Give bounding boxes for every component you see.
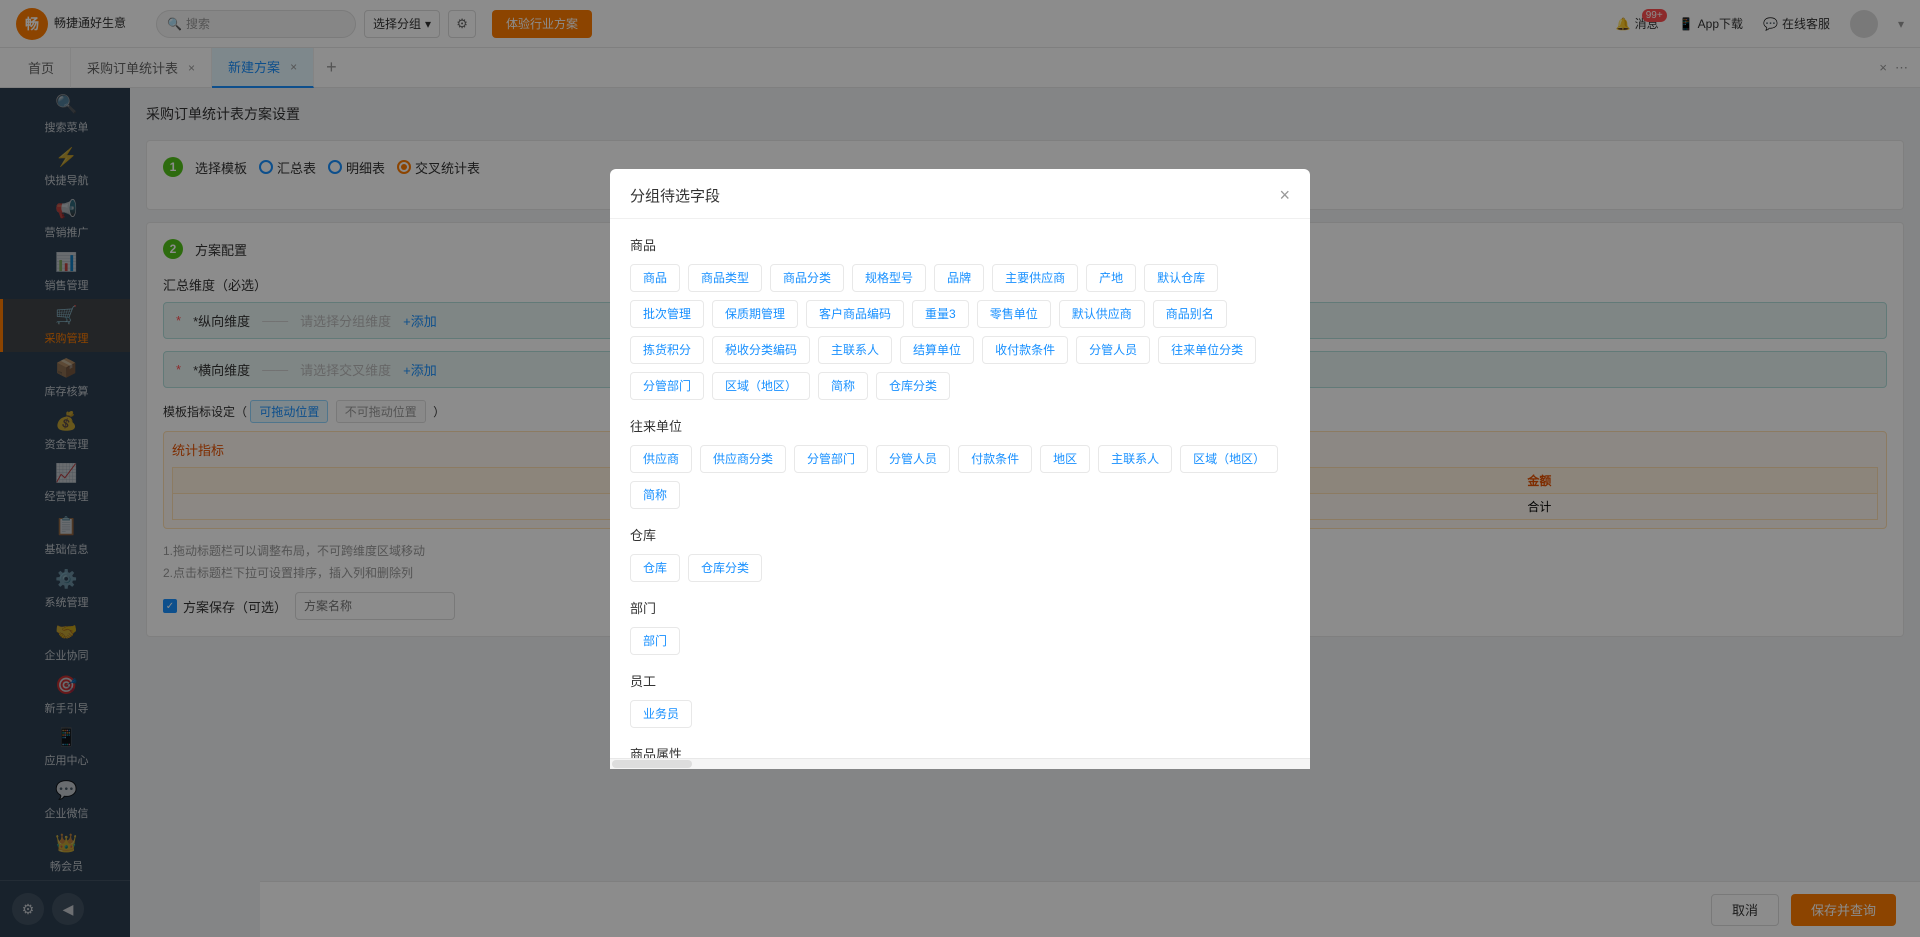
employee-field-grid: 业务员 bbox=[630, 700, 1290, 728]
goods-field-grid: 商品商品类型商品分类规格型号品牌主要供应商产地默认仓库批次管理保质期管理客户商品… bbox=[630, 264, 1290, 400]
modal-title: 分组待选字段 bbox=[630, 185, 720, 206]
field-tag[interactable]: 默认仓库 bbox=[1144, 264, 1218, 292]
partner-field-grid: 供应商供应商分类分管部门分管人员付款条件地区主联系人区域（地区） 简称 bbox=[630, 445, 1290, 509]
modal-overlay: 分组待选字段 × 商品 商品商品类型商品分类规格型号品牌主要供应商产地默认仓库批… bbox=[0, 0, 1920, 937]
field-tag[interactable]: 规格型号 bbox=[852, 264, 926, 292]
field-tag[interactable]: 仓库分类 bbox=[688, 554, 762, 582]
modal-scrollbar[interactable] bbox=[610, 758, 1310, 769]
field-tag[interactable]: 商品 bbox=[630, 264, 680, 292]
field-tag[interactable]: 供应商分类 bbox=[700, 445, 786, 473]
field-tag[interactable]: 客户商品编码 bbox=[806, 300, 904, 328]
field-tag[interactable]: 零售单位 bbox=[977, 300, 1051, 328]
partner-section-title: 往来单位 bbox=[630, 416, 1290, 435]
modal-body: 商品 商品商品类型商品分类规格型号品牌主要供应商产地默认仓库批次管理保质期管理客… bbox=[610, 219, 1310, 758]
field-tag[interactable]: 付款条件 bbox=[958, 445, 1032, 473]
goods-section: 商品 商品商品类型商品分类规格型号品牌主要供应商产地默认仓库批次管理保质期管理客… bbox=[630, 235, 1290, 400]
modal-header: 分组待选字段 × bbox=[610, 169, 1310, 219]
employee-section: 员工 业务员 bbox=[630, 671, 1290, 728]
field-tag[interactable]: 地区 bbox=[1040, 445, 1090, 473]
field-tag[interactable]: 简称 bbox=[630, 481, 680, 509]
department-section: 部门 部门 bbox=[630, 598, 1290, 655]
field-tag[interactable]: 重量3 bbox=[912, 300, 969, 328]
field-tag[interactable]: 主联系人 bbox=[818, 336, 892, 364]
field-tag[interactable]: 仓库 bbox=[630, 554, 680, 582]
field-tag[interactable]: 业务员 bbox=[630, 700, 692, 728]
field-tag[interactable]: 拣货积分 bbox=[630, 336, 704, 364]
field-tag[interactable]: 税收分类编码 bbox=[712, 336, 810, 364]
field-tag[interactable]: 产地 bbox=[1086, 264, 1136, 292]
field-tag[interactable]: 收付款条件 bbox=[982, 336, 1068, 364]
product-attr-section-title: 商品属性 bbox=[630, 744, 1290, 758]
goods-section-title: 商品 bbox=[630, 235, 1290, 254]
field-tag[interactable]: 主要供应商 bbox=[992, 264, 1078, 292]
field-tag[interactable]: 保质期管理 bbox=[712, 300, 798, 328]
field-tag[interactable]: 分管人员 bbox=[876, 445, 950, 473]
field-select-modal: 分组待选字段 × 商品 商品商品类型商品分类规格型号品牌主要供应商产地默认仓库批… bbox=[610, 169, 1310, 769]
department-field-grid: 部门 bbox=[630, 627, 1290, 655]
field-tag[interactable]: 默认供应商 bbox=[1059, 300, 1145, 328]
field-tag[interactable]: 往来单位分类 bbox=[1158, 336, 1256, 364]
department-section-title: 部门 bbox=[630, 598, 1290, 617]
product-attr-section: 商品属性 属性颜色多规格尺码鞋码1 bbox=[630, 744, 1290, 758]
field-tag[interactable]: 简称 bbox=[818, 372, 868, 400]
field-tag[interactable]: 区域（地区） bbox=[712, 372, 810, 400]
warehouse-field-grid: 仓库仓库分类 bbox=[630, 554, 1290, 582]
field-tag[interactable]: 分管部门 bbox=[630, 372, 704, 400]
field-tag[interactable]: 商品分类 bbox=[770, 264, 844, 292]
modal-scrollbar-thumb bbox=[612, 760, 692, 768]
field-tag[interactable]: 商品别名 bbox=[1153, 300, 1227, 328]
field-tag[interactable]: 区域（地区） bbox=[1180, 445, 1278, 473]
field-tag[interactable]: 主联系人 bbox=[1098, 445, 1172, 473]
field-tag[interactable]: 商品类型 bbox=[688, 264, 762, 292]
modal-close-btn[interactable]: × bbox=[1279, 185, 1290, 206]
field-tag[interactable]: 品牌 bbox=[934, 264, 984, 292]
field-tag[interactable]: 批次管理 bbox=[630, 300, 704, 328]
partner-section: 往来单位 供应商供应商分类分管部门分管人员付款条件地区主联系人区域（地区） 简称 bbox=[630, 416, 1290, 509]
warehouse-section-title: 仓库 bbox=[630, 525, 1290, 544]
field-tag[interactable]: 仓库分类 bbox=[876, 372, 950, 400]
warehouse-section: 仓库 仓库仓库分类 bbox=[630, 525, 1290, 582]
field-tag[interactable]: 分管人员 bbox=[1076, 336, 1150, 364]
field-tag[interactable]: 部门 bbox=[630, 627, 680, 655]
field-tag[interactable]: 供应商 bbox=[630, 445, 692, 473]
field-tag[interactable]: 分管部门 bbox=[794, 445, 868, 473]
employee-section-title: 员工 bbox=[630, 671, 1290, 690]
field-tag[interactable]: 结算单位 bbox=[900, 336, 974, 364]
